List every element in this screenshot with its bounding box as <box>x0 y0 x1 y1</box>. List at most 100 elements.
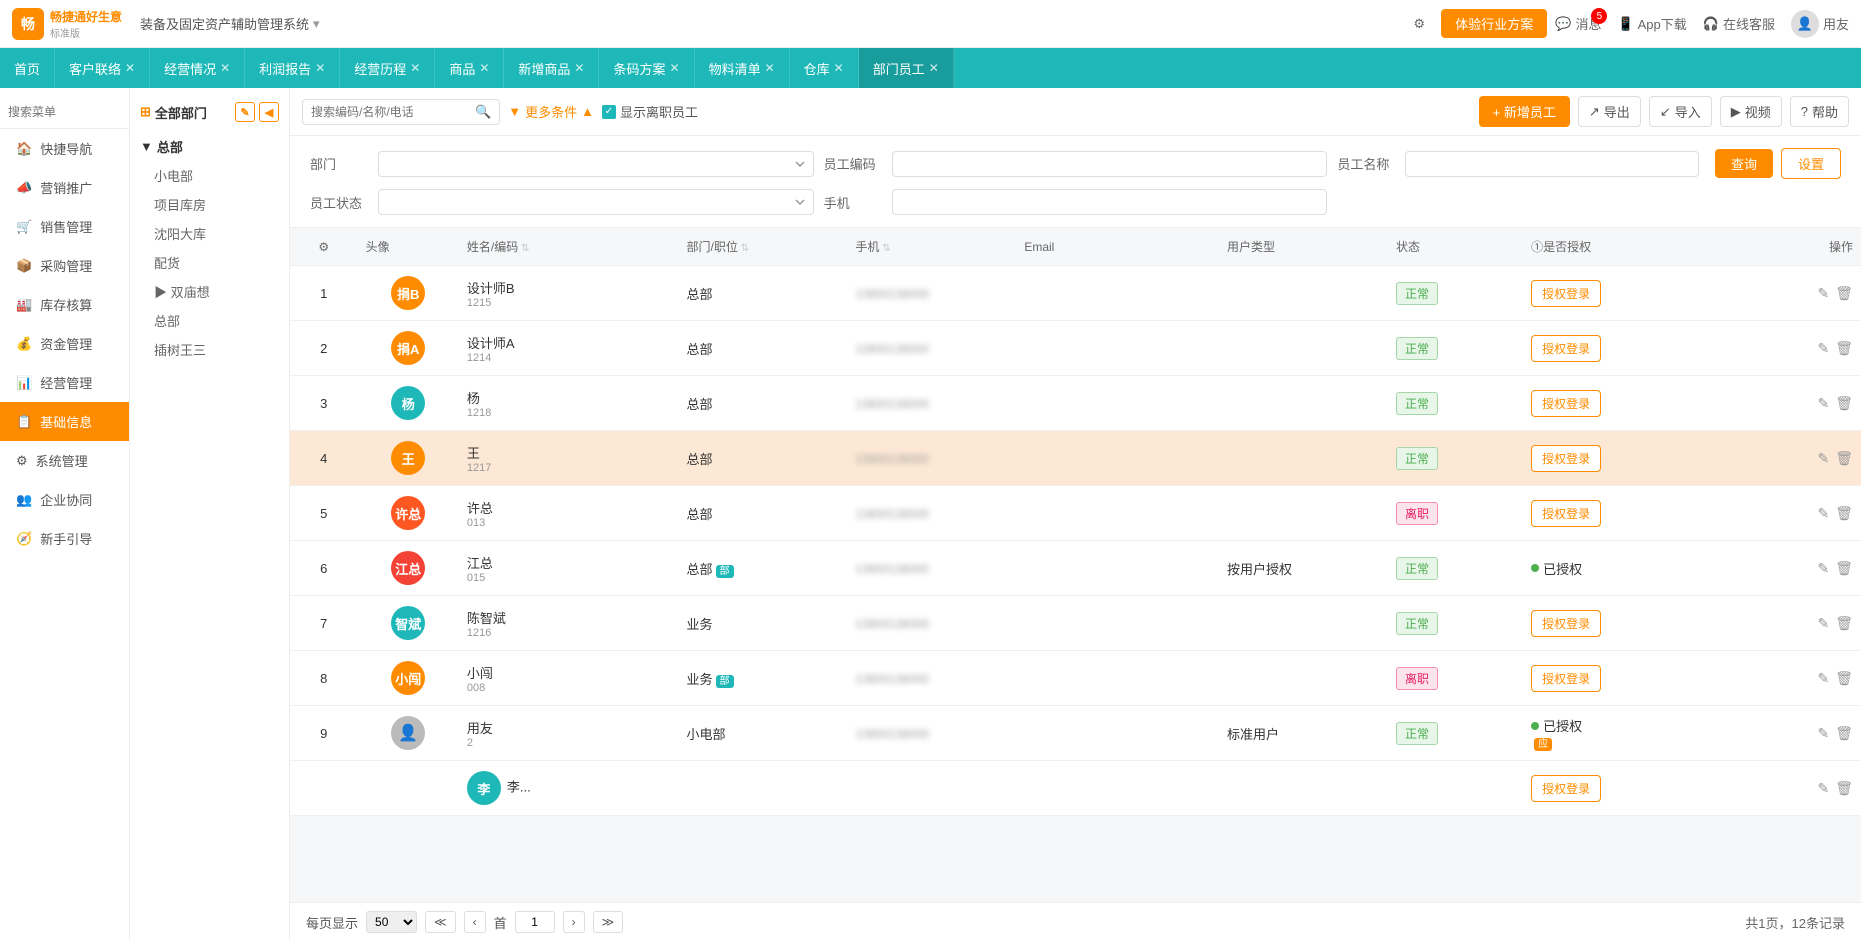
sidebar-item-quick-nav[interactable]: 🏠 快捷导航 <box>0 129 129 168</box>
nav-item-barcode[interactable]: 条码方案 ✕ <box>599 48 694 88</box>
app-download-button[interactable]: 📱 App下载 <box>1617 14 1686 33</box>
nav-item-profit[interactable]: 利润报告 ✕ <box>245 48 340 88</box>
edit-button[interactable]: ✎ <box>1817 450 1829 467</box>
dropdown-icon[interactable]: ▾ <box>313 16 320 32</box>
nav-item-home[interactable]: 首页 <box>0 48 55 88</box>
prev-page-button[interactable]: ‹ <box>464 911 486 933</box>
sidebar-item-finance[interactable]: 💰 资金管理 <box>0 324 129 363</box>
per-page-select[interactable]: 50 100 <box>366 911 417 933</box>
sidebar-item-sys-mgmt[interactable]: ⚙ 系统管理 <box>0 441 129 480</box>
delete-button[interactable]: 🗑 <box>1835 780 1853 797</box>
dept-edit-icon[interactable]: ✎ <box>235 102 255 122</box>
message-button[interactable]: 💬 消息 5 <box>1555 14 1601 33</box>
close-icon[interactable]: ✕ <box>125 61 135 75</box>
dept-item-shuangmiao[interactable]: ▶ 双庙想 <box>130 277 289 306</box>
delete-button[interactable]: 🗑 <box>1835 670 1853 687</box>
edit-button[interactable]: ✎ <box>1817 670 1829 687</box>
auth-button[interactable]: 授权登录 <box>1531 335 1601 362</box>
sidebar-item-guide[interactable]: 🧭 新手引导 <box>0 519 129 558</box>
delete-button[interactable]: 🗑 <box>1835 560 1853 577</box>
dept-item-small-electric[interactable]: 小电部 <box>130 161 289 190</box>
gear-button[interactable]: ⚙ <box>1405 10 1433 38</box>
nav-item-goods[interactable]: 商品 ✕ <box>435 48 504 88</box>
sidebar-item-inventory[interactable]: 🏭 库存核算 <box>0 285 129 324</box>
close-icon[interactable]: ✕ <box>929 61 939 75</box>
edit-button[interactable]: ✎ <box>1817 340 1829 357</box>
close-icon[interactable]: ✕ <box>834 61 844 75</box>
nav-item-operations[interactable]: 经营情况 ✕ <box>150 48 245 88</box>
online-service-button[interactable]: 🎧 在线客服 <box>1703 14 1775 33</box>
col-settings[interactable]: ⚙ <box>290 228 358 266</box>
edit-button[interactable]: ✎ <box>1817 780 1829 797</box>
search-button[interactable]: 查询 <box>1715 149 1773 178</box>
sidebar-item-marketing[interactable]: 📣 营销推广 <box>0 168 129 207</box>
close-icon[interactable]: ✕ <box>765 61 775 75</box>
col-name-code[interactable]: 姓名/编码 <box>459 228 679 266</box>
close-icon[interactable]: ✕ <box>315 61 325 75</box>
edit-button[interactable]: ✎ <box>1817 285 1829 302</box>
dept-group-title[interactable]: ▼ 总部 <box>130 132 289 161</box>
sidebar-item-collab[interactable]: 👥 企业协同 <box>0 480 129 519</box>
close-icon[interactable]: ✕ <box>479 61 489 75</box>
filter-name-input[interactable] <box>1405 151 1699 177</box>
dept-item-headquarters[interactable]: 总部 <box>130 306 289 335</box>
edit-button[interactable]: ✎ <box>1817 395 1829 412</box>
delete-button[interactable]: 🗑 <box>1835 725 1853 742</box>
delete-button[interactable]: 🗑 <box>1835 450 1853 467</box>
nav-item-customers[interactable]: 客户联络 ✕ <box>55 48 150 88</box>
more-filter-button[interactable]: ▼ 更多条件 ▲ <box>508 102 594 121</box>
show-resigned-check[interactable]: ✓ 显示离职员工 <box>602 102 698 121</box>
sidebar-search-input[interactable] <box>8 105 130 119</box>
edit-button[interactable]: ✎ <box>1817 505 1829 522</box>
nav-item-material[interactable]: 物料清单 ✕ <box>695 48 790 88</box>
edit-button[interactable]: ✎ <box>1817 615 1829 632</box>
trial-button[interactable]: 体验行业方案 <box>1441 9 1547 38</box>
import-button[interactable]: ↙ 导入 <box>1649 96 1712 127</box>
delete-button[interactable]: 🗑 <box>1835 615 1853 632</box>
user-area[interactable]: 👤 用友 <box>1791 10 1849 38</box>
delete-button[interactable]: 🗑 <box>1835 395 1853 412</box>
dept-item-delivery[interactable]: 配货 <box>130 248 289 277</box>
nav-item-employees[interactable]: 部门员工 ✕ <box>859 48 954 88</box>
next-page-button[interactable]: › <box>563 911 585 933</box>
edit-button[interactable]: ✎ <box>1817 560 1829 577</box>
nav-item-history[interactable]: 经营历程 ✕ <box>340 48 435 88</box>
delete-button[interactable]: 🗑 <box>1835 340 1853 357</box>
edit-button[interactable]: ✎ <box>1817 725 1829 742</box>
filter-code-input[interactable] <box>892 151 1328 177</box>
auth-button[interactable]: 授权登录 <box>1531 665 1601 692</box>
filter-phone-input[interactable] <box>892 189 1328 215</box>
dept-item-project-room[interactable]: 项目库房 <box>130 190 289 219</box>
dept-item-chashuwang[interactable]: 插树王三 <box>130 335 289 364</box>
filter-dept-select[interactable] <box>378 151 814 177</box>
sidebar-item-operations-mgmt[interactable]: 📊 经营管理 <box>0 363 129 402</box>
nav-item-warehouse[interactable]: 仓库 ✕ <box>790 48 859 88</box>
auth-button[interactable]: 授权登录 <box>1531 500 1601 527</box>
auth-button[interactable]: 授权登录 <box>1531 390 1601 417</box>
first-page-button[interactable]: ≪ <box>425 911 456 933</box>
dept-collapse-icon[interactable]: ◀ <box>259 102 279 122</box>
last-page-button[interactable]: ≫ <box>593 911 624 933</box>
dept-item-shenyang[interactable]: 沈阳大库 <box>130 219 289 248</box>
delete-button[interactable]: 🗑 <box>1835 505 1853 522</box>
auth-button[interactable]: 授权登录 <box>1531 775 1601 802</box>
sidebar-item-purchase[interactable]: 📦 采购管理 <box>0 246 129 285</box>
sidebar-item-basic-info[interactable]: 📋 基础信息 <box>0 402 129 441</box>
page-input[interactable] <box>515 911 555 933</box>
sidebar-item-sales[interactable]: 🛒 销售管理 <box>0 207 129 246</box>
export-button[interactable]: ↗ 导出 <box>1578 96 1641 127</box>
col-dept-pos[interactable]: 部门/职位 <box>679 228 848 266</box>
auth-button[interactable]: 授权登录 <box>1531 280 1601 307</box>
new-employee-button[interactable]: + 新增员工 <box>1479 96 1570 127</box>
nav-item-new-goods[interactable]: 新增商品 ✕ <box>504 48 599 88</box>
auth-button[interactable]: 授权登录 <box>1531 445 1601 472</box>
auth-button[interactable]: 授权登录 <box>1531 610 1601 637</box>
close-icon[interactable]: ✕ <box>220 61 230 75</box>
help-button[interactable]: ? 帮助 <box>1790 96 1849 127</box>
search-input[interactable] <box>311 105 471 119</box>
close-icon[interactable]: ✕ <box>670 61 680 75</box>
close-icon[interactable]: ✕ <box>410 61 420 75</box>
close-icon[interactable]: ✕ <box>574 61 584 75</box>
col-phone[interactable]: 手机 <box>847 228 1016 266</box>
filter-status-select[interactable] <box>378 189 814 215</box>
